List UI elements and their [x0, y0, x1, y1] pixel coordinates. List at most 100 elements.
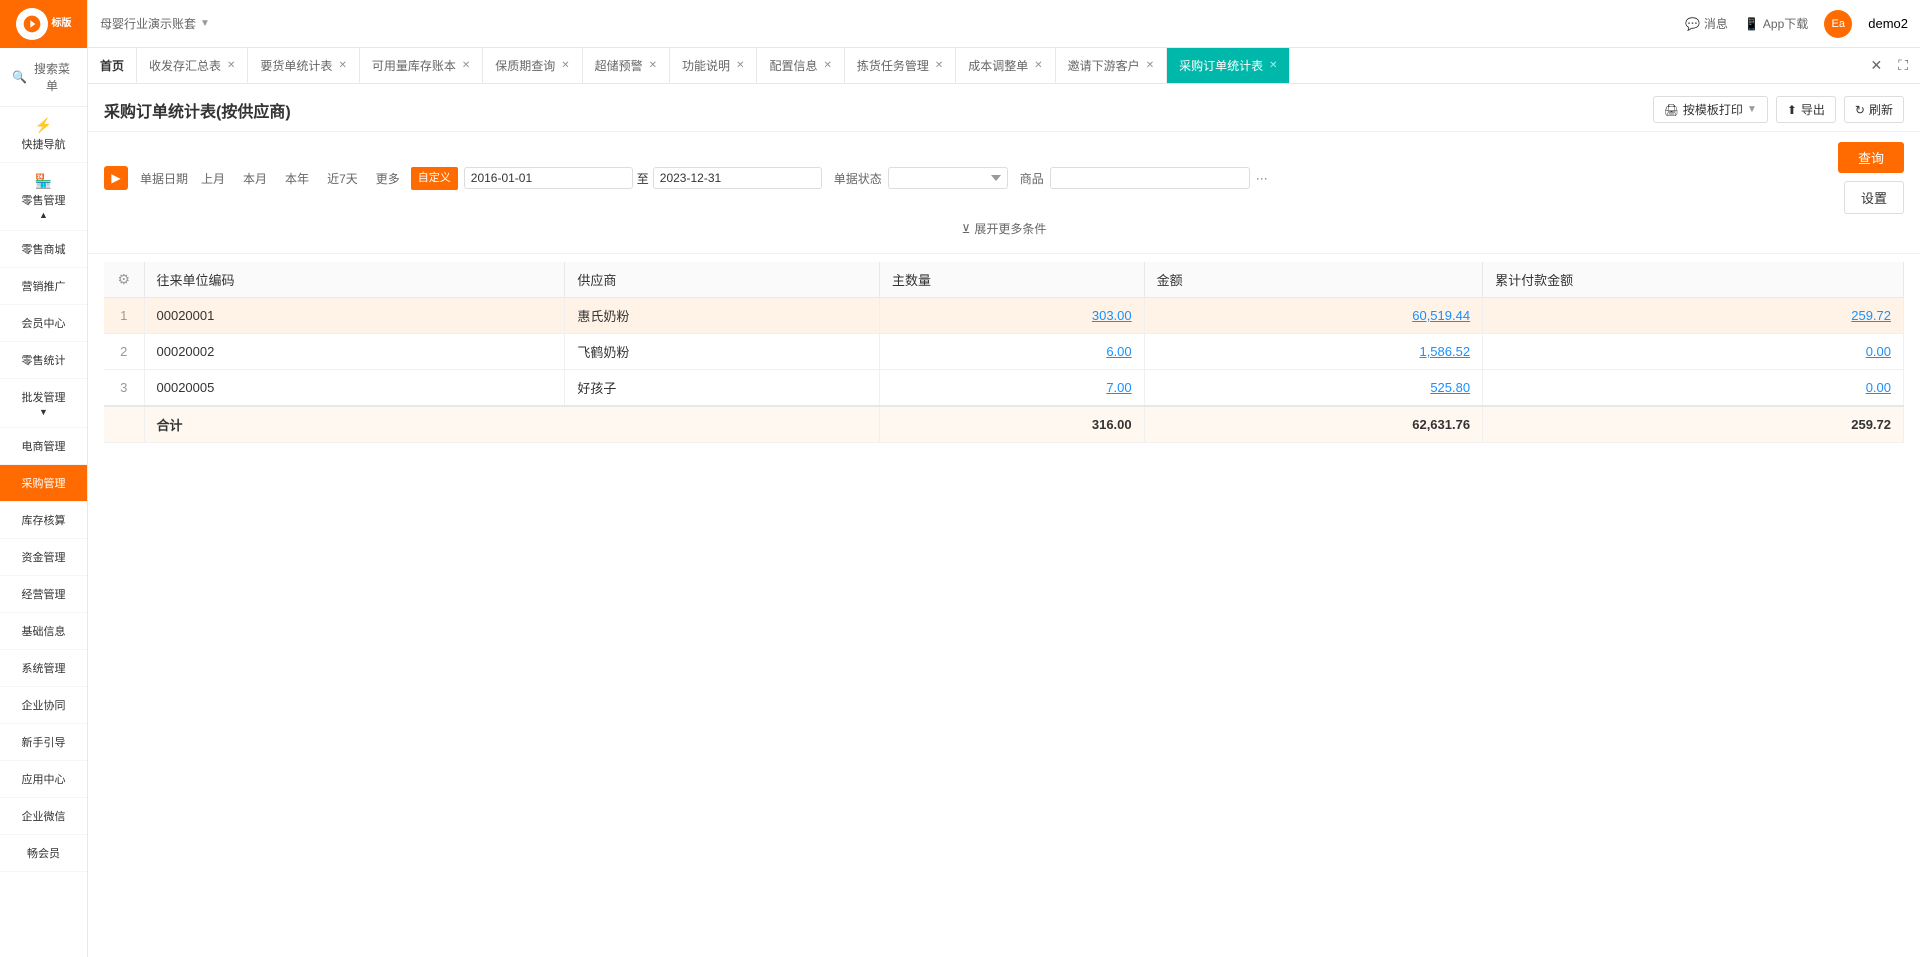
- date-shortcut-7days[interactable]: 近7天: [320, 167, 365, 190]
- company-dropdown-icon[interactable]: ▼: [200, 18, 210, 29]
- row-2-code: 00020002: [144, 334, 565, 370]
- sidebar-item-wechat[interactable]: 企业微信: [0, 798, 87, 835]
- date-shortcut-this-month[interactable]: 本月: [236, 167, 274, 190]
- tab-picking-task-close-icon[interactable]: ✕: [935, 60, 943, 71]
- tab-config[interactable]: 配置信息 ✕: [757, 48, 844, 84]
- tab-purchase-stats[interactable]: 采购订单统计表 ✕: [1167, 48, 1290, 84]
- search-menu-button[interactable]: 🔍 搜索菜单: [8, 56, 79, 98]
- row-2-amount-link[interactable]: 1,586.52: [1419, 344, 1470, 359]
- app-download-button[interactable]: 📱 App下载: [1744, 15, 1808, 32]
- sidebar-item-marketing[interactable]: 营销推广: [0, 268, 87, 305]
- sidebar-item-app-center[interactable]: 应用中心: [0, 761, 87, 798]
- row-1-quantity-link[interactable]: 303.00: [1092, 308, 1132, 323]
- row-3-paid-link[interactable]: 0.00: [1866, 380, 1891, 395]
- sidebar-item-ops[interactable]: 经营管理: [0, 576, 87, 613]
- sidebar-item-retail[interactable]: 🏪 零售管理 ▲: [0, 163, 87, 231]
- row-3-amount: 525.80: [1144, 370, 1482, 407]
- company-name: 母婴行业演示账套: [100, 15, 196, 32]
- tab-invite-downstream[interactable]: 邀请下游客户 ✕: [1056, 48, 1167, 84]
- tab-function-desc-close-icon[interactable]: ✕: [736, 60, 744, 71]
- user-avatar-text: Ea: [1832, 18, 1845, 30]
- date-shortcut-custom[interactable]: 自定义: [411, 167, 458, 190]
- sidebar-item-purchase[interactable]: 采购管理: [0, 465, 87, 502]
- tab-overstock[interactable]: 超储预警 ✕: [583, 48, 670, 84]
- sidebar-item-retail-stats[interactable]: 零售统计: [0, 342, 87, 379]
- tab-config-close-icon[interactable]: ✕: [823, 60, 831, 71]
- sidebar-item-inventory[interactable]: 库存核算: [0, 502, 87, 539]
- table-row[interactable]: 1 00020001 惠氏奶粉 303.00 60,519.44 259.72: [104, 298, 1904, 334]
- row-3-code: 00020005: [144, 370, 565, 407]
- data-table: ⚙ 往来单位编码 供应商 主数量 金额 累计付款金额 1 00020001: [104, 262, 1904, 443]
- product-more-button[interactable]: ···: [1256, 171, 1268, 185]
- tab-close-all-button[interactable]: ✕: [1866, 55, 1886, 76]
- sidebar-item-member[interactable]: 会员中心: [0, 305, 87, 342]
- product-input[interactable]: [1050, 167, 1250, 189]
- tab-collect-send-close-icon[interactable]: ✕: [227, 60, 235, 71]
- column-settings-icon[interactable]: ⚙: [117, 271, 130, 287]
- row-1-quantity: 303.00: [880, 298, 1145, 334]
- sidebar-item-finance[interactable]: 资金管理: [0, 539, 87, 576]
- sidebar-item-member2[interactable]: 畅会员: [0, 835, 87, 872]
- date-to-input[interactable]: [653, 167, 822, 189]
- tab-goods-stats-close-icon[interactable]: ✕: [338, 60, 346, 71]
- status-select[interactable]: [888, 167, 1008, 189]
- tab-cost-adjust-close-icon[interactable]: ✕: [1034, 60, 1042, 71]
- filter-toggle-button[interactable]: ▶: [104, 166, 128, 190]
- tab-collect-send[interactable]: 收发存汇总表 ✕: [137, 48, 248, 84]
- tab-function-desc[interactable]: 功能说明 ✕: [670, 48, 757, 84]
- tab-shelf-life[interactable]: 保质期查询 ✕: [483, 48, 582, 84]
- tab-overstock-close-icon[interactable]: ✕: [649, 60, 657, 71]
- expand-more-button[interactable]: ⊻ 展开更多条件: [962, 220, 1047, 237]
- retail-label: 零售管理: [22, 192, 66, 208]
- tab-invite-downstream-close-icon[interactable]: ✕: [1146, 60, 1154, 71]
- tab-available-stock-close-icon[interactable]: ✕: [462, 60, 470, 71]
- tab-cost-adjust[interactable]: 成本调整单 ✕: [956, 48, 1055, 84]
- message-button[interactable]: 💬 消息: [1685, 15, 1728, 32]
- col-paid-header: 累计付款金额: [1483, 262, 1904, 298]
- row-2-paid-link[interactable]: 0.00: [1866, 344, 1891, 359]
- date-from-input[interactable]: [464, 167, 633, 189]
- inventory-label: 库存核算: [22, 512, 66, 528]
- sidebar-item-guide[interactable]: 新手引导: [0, 724, 87, 761]
- tab-function-desc-label: 功能说明: [682, 57, 730, 74]
- summary-paid: 259.72: [1483, 406, 1904, 443]
- export-button[interactable]: ⬆ 导出: [1776, 96, 1836, 123]
- date-range-separator: 至: [637, 170, 649, 187]
- row-2-quantity-link[interactable]: 6.00: [1106, 344, 1131, 359]
- sidebar-item-wholesale[interactable]: 批发管理 ▼: [0, 379, 87, 428]
- tab-goods-stats[interactable]: 要货单统计表 ✕: [248, 48, 359, 84]
- settings-button[interactable]: 设置: [1844, 181, 1904, 214]
- table-container: ⚙ 往来单位编码 供应商 主数量 金额 累计付款金额 1 00020001: [88, 262, 1920, 459]
- row-1-amount-link[interactable]: 60,519.44: [1412, 308, 1470, 323]
- table-row[interactable]: 2 00020002 飞鹤奶粉 6.00 1,586.52 0.00: [104, 334, 1904, 370]
- sidebar-item-system[interactable]: 系统管理: [0, 650, 87, 687]
- refresh-button[interactable]: ↻ 刷新: [1844, 96, 1904, 123]
- table-row[interactable]: 3 00020005 好孩子 7.00 525.80 0.00: [104, 370, 1904, 407]
- query-button[interactable]: 查询: [1838, 142, 1904, 173]
- sidebar-item-retail-shop[interactable]: 零售商城: [0, 231, 87, 268]
- tab-home[interactable]: 首页: [88, 48, 137, 84]
- row-1-paid-link[interactable]: 259.72: [1851, 308, 1891, 323]
- tab-purchase-stats-close-icon[interactable]: ✕: [1269, 60, 1277, 71]
- main-area: 母婴行业演示账套 ▼ 💬 消息 📱 App下载 Ea demo2 首页 收发存汇…: [88, 0, 1920, 957]
- tab-maximize-button[interactable]: ⛶: [1894, 55, 1912, 76]
- filter-date-item: 单据日期 上月 本月 本年 近7天 更多 自定义 至: [140, 167, 822, 190]
- template-print-button[interactable]: 🖨 按模板打印 ▼: [1653, 96, 1768, 123]
- tab-home-label: 首页: [100, 57, 124, 74]
- date-shortcut-this-year[interactable]: 本年: [278, 167, 316, 190]
- tab-picking-task[interactable]: 拣货任务管理 ✕: [845, 48, 956, 84]
- tab-available-stock[interactable]: 可用量库存账本 ✕: [360, 48, 483, 84]
- user-avatar[interactable]: Ea: [1824, 10, 1852, 38]
- sidebar-item-basic[interactable]: 基础信息: [0, 613, 87, 650]
- row-3-amount-link[interactable]: 525.80: [1430, 380, 1470, 395]
- sidebar-item-ecommerce[interactable]: 电商管理: [0, 428, 87, 465]
- date-shortcut-last-month[interactable]: 上月: [194, 167, 232, 190]
- date-shortcut-more[interactable]: 更多: [369, 167, 407, 190]
- row-3-quantity-link[interactable]: 7.00: [1106, 380, 1131, 395]
- sidebar-item-quick-nav[interactable]: ⚡ 快捷导航: [0, 107, 87, 163]
- marketing-label: 营销推广: [22, 278, 66, 294]
- sidebar-item-enterprise[interactable]: 企业协同: [0, 687, 87, 724]
- tab-collect-send-label: 收发存汇总表: [149, 57, 221, 74]
- tab-shelf-life-close-icon[interactable]: ✕: [561, 60, 569, 71]
- summary-empty-col1: [104, 406, 144, 443]
